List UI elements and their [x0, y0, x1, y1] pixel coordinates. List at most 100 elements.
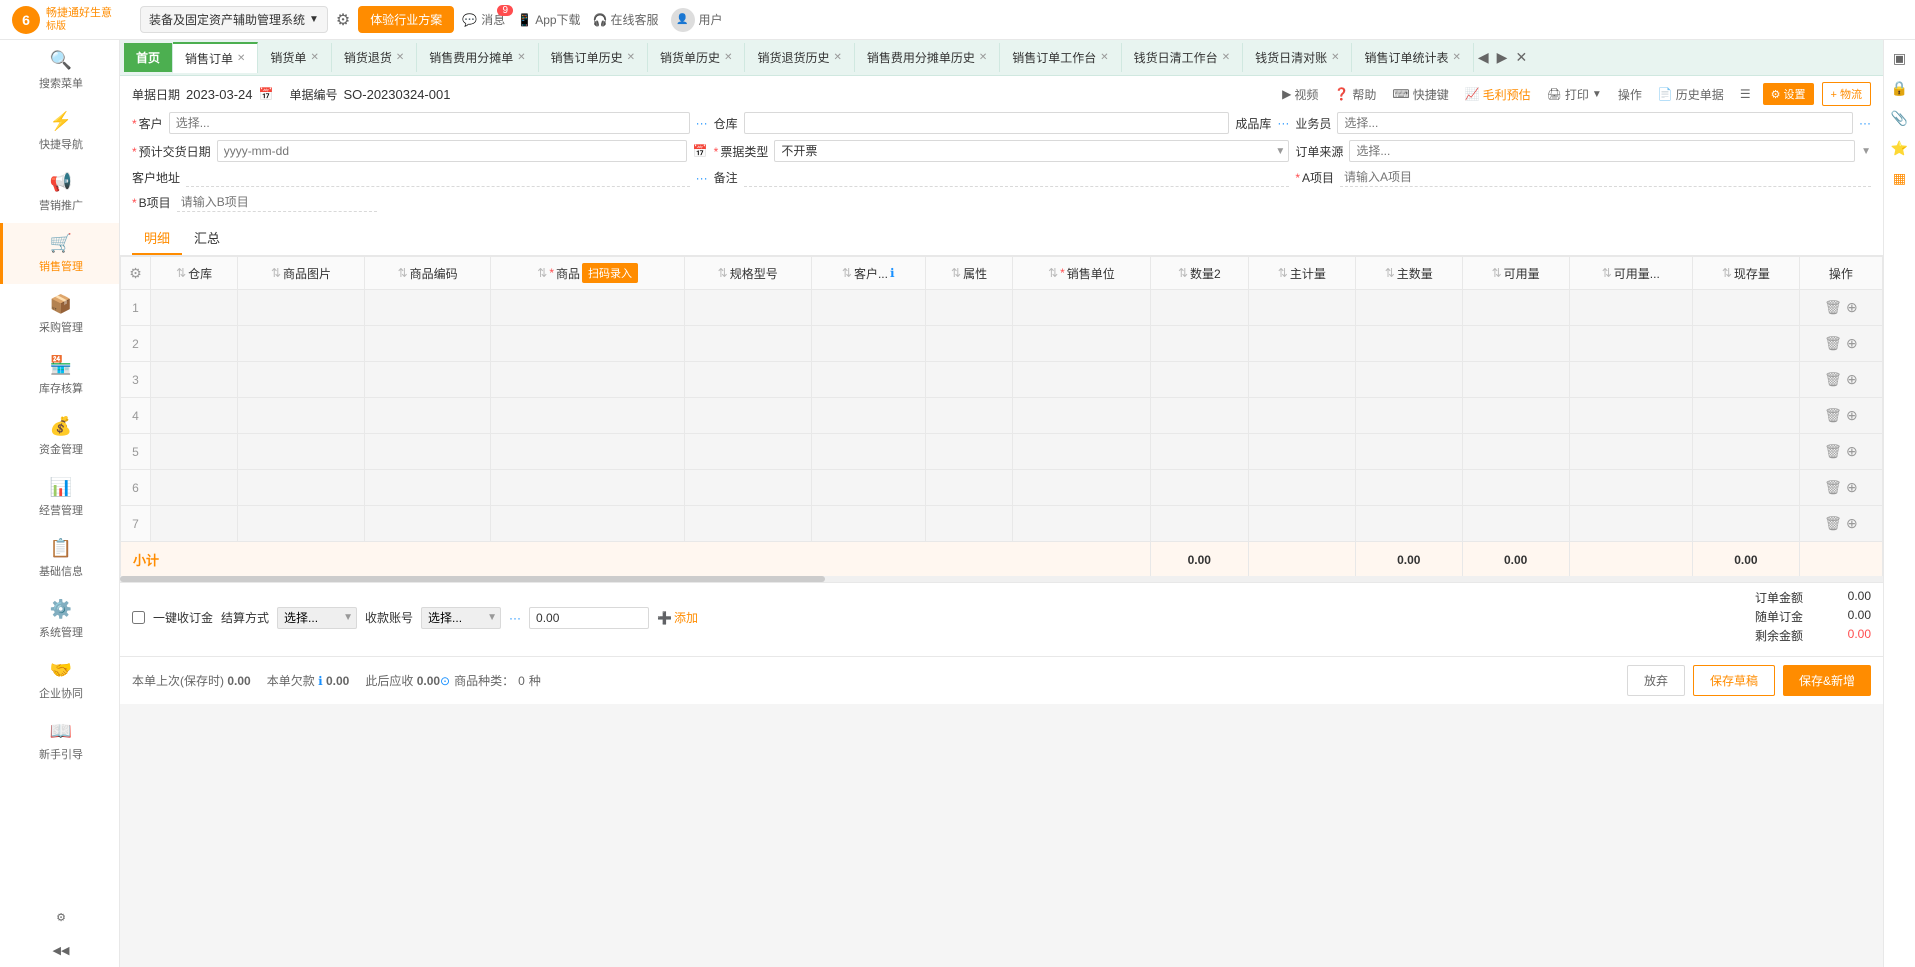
col-header-current-stock[interactable]: ⇅ 现存量: [1692, 257, 1799, 290]
row-warehouse[interactable]: [151, 290, 238, 326]
col-header-qty2[interactable]: ⇅ 数量2: [1150, 257, 1248, 290]
sub-tab-summary[interactable]: 汇总: [182, 222, 232, 255]
row-main-unit[interactable]: [1248, 362, 1355, 398]
row-spec[interactable]: [684, 434, 811, 470]
tab-next-button[interactable]: ▶: [1493, 49, 1512, 66]
row-spec[interactable]: [684, 506, 811, 542]
tab-close-icon[interactable]: ✕: [517, 52, 525, 63]
tab-sales-refund-history[interactable]: 销货退货历史 ✕: [745, 43, 854, 72]
tab-sales-return[interactable]: 销货单 ✕: [258, 43, 331, 72]
col-header-sales-unit[interactable]: ⇅ *销售单位: [1013, 257, 1151, 290]
expected-date-input[interactable]: [217, 140, 687, 162]
right-sidebar-barcode-button[interactable]: ▦: [1886, 164, 1914, 192]
col-header-product-code[interactable]: ⇅ 商品编码: [364, 257, 491, 290]
warehouse-input[interactable]: [744, 112, 1230, 134]
col-header-attribute[interactable]: ⇅ 属性: [925, 257, 1012, 290]
row-product[interactable]: [491, 398, 684, 434]
row-warehouse[interactable]: [151, 398, 238, 434]
row-current-stock[interactable]: [1692, 398, 1799, 434]
row-available-qty2[interactable]: [1569, 506, 1692, 542]
row-product-code[interactable]: [364, 326, 491, 362]
copy-row-button[interactable]: ⊕: [1846, 443, 1858, 460]
tab-sales-return-history[interactable]: 销货单历史 ✕: [648, 43, 745, 72]
row-sales-unit[interactable]: [1013, 470, 1151, 506]
user-menu[interactable]: 👤 用户: [671, 8, 723, 32]
sidebar-item-inventory[interactable]: 🏪 库存核算: [0, 345, 119, 406]
order-source-input[interactable]: [1349, 140, 1855, 162]
row-customer-spec[interactable]: [811, 290, 925, 326]
tab-close-icon[interactable]: ✕: [979, 52, 987, 63]
row-qty2[interactable]: [1150, 434, 1248, 470]
scan-button[interactable]: 扫码录入: [582, 263, 638, 283]
view-video-button[interactable]: ▶ 视频: [1278, 84, 1322, 105]
row-main-qty[interactable]: [1355, 434, 1462, 470]
copy-row-button[interactable]: ⊕: [1846, 371, 1858, 388]
row-spec[interactable]: [684, 398, 811, 434]
copy-row-button[interactable]: ⊕: [1846, 515, 1858, 532]
tab-prev-button[interactable]: ◀: [1474, 49, 1493, 66]
shortcuts-button[interactable]: ⌨ 快捷键: [1388, 84, 1452, 105]
tab-close-icon[interactable]: ✕: [1331, 52, 1339, 63]
sidebar-item-search[interactable]: 🔍 搜索菜单: [0, 40, 119, 101]
row-customer-spec[interactable]: [811, 470, 925, 506]
row-product-img[interactable]: [238, 362, 365, 398]
row-attribute[interactable]: [925, 434, 1012, 470]
message-notification[interactable]: 💬 消息 9: [462, 11, 505, 28]
add-payment-button[interactable]: ➕ 添加: [657, 609, 698, 626]
tab-home[interactable]: 首页: [124, 43, 173, 72]
tab-cash-daily-reconcile[interactable]: 钱货日清对账 ✕: [1243, 43, 1352, 72]
row-attribute[interactable]: [925, 290, 1012, 326]
row-customer-spec[interactable]: [811, 434, 925, 470]
salesman-more-button[interactable]: ···: [1859, 116, 1871, 130]
sidebar-item-purchase[interactable]: 📦 采购管理: [0, 284, 119, 345]
tab-close-icon[interactable]: ✕: [627, 52, 635, 63]
row-main-qty[interactable]: [1355, 470, 1462, 506]
row-available-qty[interactable]: [1462, 470, 1569, 506]
row-main-qty[interactable]: [1355, 506, 1462, 542]
row-current-stock[interactable]: [1692, 290, 1799, 326]
tab-close-icon[interactable]: ✕: [1100, 52, 1108, 63]
row-main-unit[interactable]: [1248, 506, 1355, 542]
row-main-unit[interactable]: [1248, 398, 1355, 434]
row-customer-spec[interactable]: [811, 362, 925, 398]
invoice-type-select[interactable]: 不开票 增值税普通发票 增值税专用发票: [774, 140, 1289, 162]
copy-row-button[interactable]: ⊕: [1846, 479, 1858, 496]
row-current-stock[interactable]: [1692, 470, 1799, 506]
b-project-input[interactable]: [177, 193, 377, 212]
add-item-button[interactable]: + 物流: [1822, 82, 1871, 106]
row-available-qty2[interactable]: [1569, 326, 1692, 362]
print-button[interactable]: 🖨 打印 ▼: [1543, 84, 1606, 105]
save-new-button[interactable]: 保存&新增: [1783, 665, 1871, 696]
tab-sales-order[interactable]: 销售订单 ✕: [173, 42, 258, 73]
row-available-qty[interactable]: [1462, 434, 1569, 470]
right-sidebar-layout-button[interactable]: ▣: [1886, 44, 1914, 72]
sidebar-item-quicknav[interactable]: ⚡ 快捷导航: [0, 101, 119, 162]
sub-tab-detail[interactable]: 明细: [132, 222, 182, 255]
row-attribute[interactable]: [925, 470, 1012, 506]
row-warehouse[interactable]: [151, 434, 238, 470]
customer-more-button[interactable]: ···: [696, 116, 708, 130]
row-product-img[interactable]: [238, 434, 365, 470]
tab-sales-refund-goods[interactable]: 销货退货 ✕: [332, 43, 417, 72]
tab-menu-button[interactable]: ✕: [1511, 49, 1531, 66]
tab-cash-daily-workbench[interactable]: 钱货日清工作台 ✕: [1122, 43, 1243, 72]
tab-sales-fee-history[interactable]: 销售费用分摊单历史 ✕: [855, 43, 1000, 72]
a-project-input[interactable]: [1340, 168, 1871, 187]
tab-sales-order-summary[interactable]: 销售订单统计表 ✕: [1352, 43, 1473, 72]
tab-sales-fee-split[interactable]: 销售费用分摊单 ✕: [417, 43, 538, 72]
row-warehouse[interactable]: [151, 506, 238, 542]
tab-close-icon[interactable]: ✕: [833, 52, 841, 63]
row-available-qty[interactable]: [1462, 290, 1569, 326]
row-sales-unit[interactable]: [1013, 434, 1151, 470]
row-current-stock[interactable]: [1692, 506, 1799, 542]
row-customer-spec[interactable]: [811, 326, 925, 362]
row-spec[interactable]: [684, 290, 811, 326]
row-current-stock[interactable]: [1692, 362, 1799, 398]
row-product-code[interactable]: [364, 434, 491, 470]
row-product[interactable]: [491, 290, 684, 326]
row-main-unit[interactable]: [1248, 290, 1355, 326]
info-icon[interactable]: ℹ: [890, 266, 895, 280]
row-available-qty[interactable]: [1462, 362, 1569, 398]
receipt-more-button[interactable]: ···: [509, 611, 521, 625]
row-spec[interactable]: [684, 470, 811, 506]
